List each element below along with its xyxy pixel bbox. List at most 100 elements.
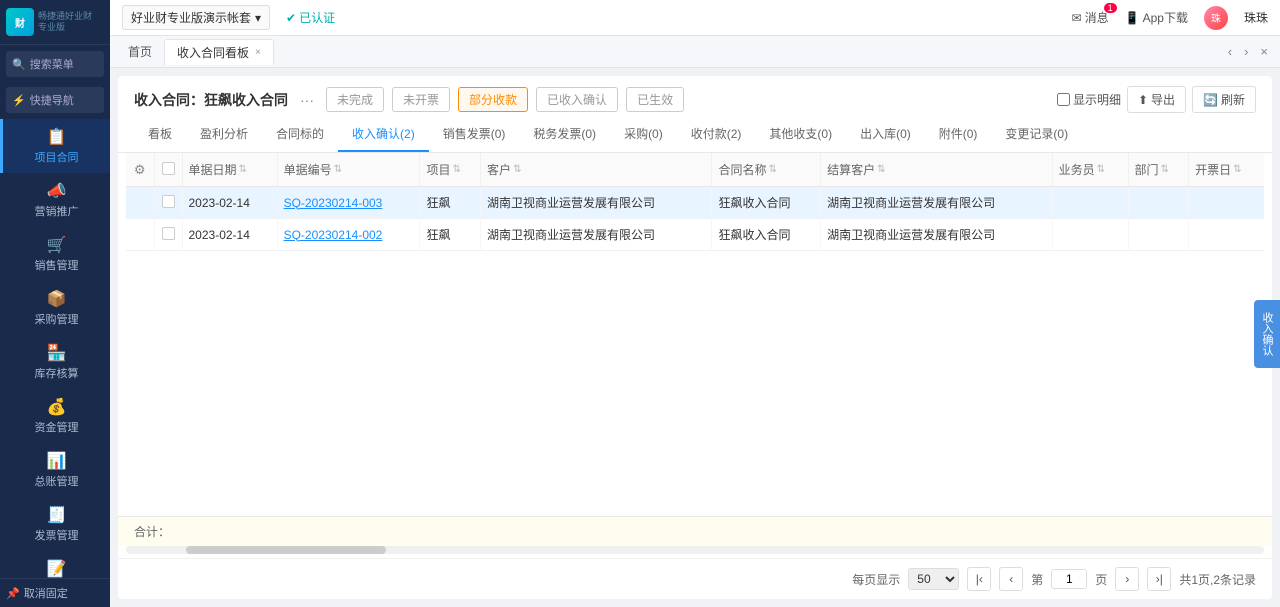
- col-salesman-header: 业务员⇅: [1052, 153, 1128, 187]
- page-size-select[interactable]: 50 100 200: [908, 568, 959, 590]
- page-number-input[interactable]: [1051, 569, 1087, 589]
- sort-number-icon[interactable]: ⇅: [334, 164, 342, 175]
- settings-gear-icon[interactable]: ⚙: [134, 162, 146, 177]
- sort-dept-icon[interactable]: ⇅: [1161, 164, 1169, 175]
- col-project-header: 项目⇅: [420, 153, 481, 187]
- sort-opendate-icon[interactable]: ⇅: [1233, 164, 1241, 175]
- quick-nav-button[interactable]: ⚡ 快捷导航: [6, 87, 104, 113]
- col-dept-header: 部门⇅: [1128, 153, 1189, 187]
- sidebar-item-invoice[interactable]: 🧾 发票管理: [0, 497, 110, 551]
- tab-contract-board[interactable]: 收入合同看板 ×: [164, 39, 274, 65]
- sidebar-pin-button[interactable]: 📌 取消固定: [0, 578, 110, 607]
- purchase-icon: 📦: [47, 289, 67, 309]
- message-button[interactable]: ✉ 消息 1: [1072, 9, 1109, 26]
- tab-tax-invoice[interactable]: 税务发票(0): [519, 117, 610, 152]
- status-effective-btn[interactable]: 已生效: [626, 87, 684, 112]
- tab-kanban[interactable]: 看板: [134, 117, 186, 152]
- row2-settle: 湖南卫视商业运营发展有限公司: [821, 219, 1052, 251]
- chevron-down-icon: ▾: [255, 11, 261, 25]
- tab-other-income[interactable]: 其他收支(0): [755, 117, 846, 152]
- select-all-checkbox[interactable]: [162, 162, 175, 175]
- page-last-button[interactable]: ›|: [1147, 567, 1171, 591]
- right-panel: 收入确认: [1254, 300, 1280, 368]
- scrollbar-thumb[interactable]: [186, 546, 386, 554]
- row1-date: 2023-02-14: [182, 187, 277, 219]
- export-button[interactable]: ⬆ 导出: [1127, 86, 1186, 113]
- tab-home[interactable]: 首页: [118, 39, 162, 64]
- row1-number: SQ-20230214-003: [277, 187, 420, 219]
- company-selector[interactable]: 好业财专业版演示帐套 ▾: [122, 5, 270, 30]
- logo-icon: 财: [6, 8, 34, 36]
- tab-purchase[interactable]: 采购(0): [610, 117, 677, 152]
- row2-date: 2023-02-14: [182, 219, 277, 251]
- tab-warehouse[interactable]: 出入库(0): [846, 117, 925, 152]
- row2-number: SQ-20230214-002: [277, 219, 420, 251]
- sort-contract-icon[interactable]: ⇅: [768, 164, 776, 175]
- tab-sales-invoice[interactable]: 销售发票(0): [429, 117, 520, 152]
- sidebar-item-tax[interactable]: 📝 税务管理: [0, 551, 110, 578]
- sidebar-item-marketing[interactable]: 📣 营销推广: [0, 173, 110, 227]
- sidebar-item-purchase[interactable]: 📦 采购管理: [0, 281, 110, 335]
- col-opendate-header: 开票日⇅: [1189, 153, 1264, 187]
- topbar: 好业财专业版演示帐套 ▾ ✔ 已认证 ✉ 消息 1 📱 App下载 珠 珠珠: [110, 0, 1280, 36]
- username-label[interactable]: 珠珠: [1244, 9, 1268, 26]
- table-row: 2023-02-14 SQ-20230214-002 狂飙 湖南卫视商业运营发展…: [126, 219, 1264, 251]
- tab-close-all-button[interactable]: ×: [1256, 42, 1272, 61]
- app-download-button[interactable]: 📱 App下载: [1125, 9, 1188, 26]
- row2-number-link[interactable]: SQ-20230214-002: [284, 228, 383, 242]
- tab-revenue-confirm[interactable]: 收入确认(2): [338, 117, 429, 152]
- tab-change-log[interactable]: 变更记录(0): [991, 117, 1082, 152]
- page-label-2: 页: [1095, 571, 1107, 588]
- sort-date-icon[interactable]: ⇅: [239, 164, 247, 175]
- panel-tab-button[interactable]: 收入确认: [1254, 300, 1280, 368]
- tabbar: 首页 收入合同看板 × ‹ › ×: [110, 36, 1280, 68]
- status-confirmed-btn[interactable]: 已收入确认: [536, 87, 618, 112]
- row2-check: [154, 219, 182, 251]
- sidebar-item-sales[interactable]: 🛒 销售管理: [0, 227, 110, 281]
- row1-project: 狂飙: [420, 187, 481, 219]
- message-icon: ✉: [1072, 11, 1082, 25]
- show-detail-input[interactable]: [1057, 93, 1070, 106]
- row1-dept: [1128, 187, 1189, 219]
- row2-checkbox[interactable]: [162, 227, 175, 240]
- tab-prev-button[interactable]: ‹: [1224, 42, 1236, 61]
- contract-menu-button[interactable]: ···: [296, 92, 318, 108]
- row1-settings: [126, 187, 154, 219]
- refresh-button[interactable]: 🔄 刷新: [1192, 86, 1256, 113]
- row1-number-link[interactable]: SQ-20230214-003: [284, 196, 383, 210]
- sidebar-item-inventory[interactable]: 🏪 库存核算: [0, 335, 110, 389]
- search-menu-button[interactable]: 🔍 搜索菜单: [6, 51, 104, 77]
- phone-icon: 📱: [1125, 11, 1140, 25]
- tab-contract-subject[interactable]: 合同标的: [262, 117, 338, 152]
- sort-settle-icon[interactable]: ⇅: [877, 164, 885, 175]
- contract-header: 收入合同：狂飙收入合同 ··· 未完成 未开票 部分收款 已收入确认 已生效 显…: [118, 76, 1272, 113]
- sidebar: 财 畅捷通好业财 专业版 🔍 搜索菜单 ⚡ 快捷导航 📋 项目合同 📣 营销推广…: [0, 0, 110, 607]
- status-incomplete-btn[interactable]: 未完成: [326, 87, 384, 112]
- page-first-button[interactable]: |‹: [967, 567, 991, 591]
- tab-attachment[interactable]: 附件(0): [925, 117, 992, 152]
- page-prev-button[interactable]: ‹: [999, 567, 1023, 591]
- show-detail-checkbox[interactable]: 显示明细: [1057, 86, 1121, 113]
- sidebar-item-ledger[interactable]: 📊 总账管理: [0, 443, 110, 497]
- marketing-icon: 📣: [47, 181, 67, 201]
- quick-nav-icon: ⚡: [12, 94, 26, 107]
- horizontal-scrollbar[interactable]: [126, 546, 1264, 554]
- invoice-icon: 🧾: [47, 505, 67, 525]
- tab-close-button[interactable]: ×: [255, 47, 261, 58]
- sort-project-icon[interactable]: ⇅: [452, 164, 460, 175]
- sort-customer-icon[interactable]: ⇅: [513, 164, 521, 175]
- row2-dept: [1128, 219, 1189, 251]
- sidebar-item-project[interactable]: 📋 项目合同: [0, 119, 110, 173]
- tab-next-button[interactable]: ›: [1240, 42, 1252, 61]
- status-invoice-btn[interactable]: 未开票: [392, 87, 450, 112]
- page-next-button[interactable]: ›: [1115, 567, 1139, 591]
- sort-salesman-icon[interactable]: ⇅: [1097, 164, 1105, 175]
- status-partial-btn[interactable]: 部分收款: [458, 87, 528, 112]
- tab-payment[interactable]: 收付款(2): [677, 117, 756, 152]
- row1-checkbox[interactable]: [162, 195, 175, 208]
- row2-customer: 湖南卫视商业运营发展有限公司: [481, 219, 712, 251]
- data-table: ⚙ 单据日期⇅ 单据编号⇅ 项目⇅: [126, 153, 1264, 251]
- sidebar-item-funds[interactable]: 💰 资金管理: [0, 389, 110, 443]
- tab-profit[interactable]: 盈利分析: [186, 117, 262, 152]
- sidebar-item-label: 项目合同: [35, 149, 79, 165]
